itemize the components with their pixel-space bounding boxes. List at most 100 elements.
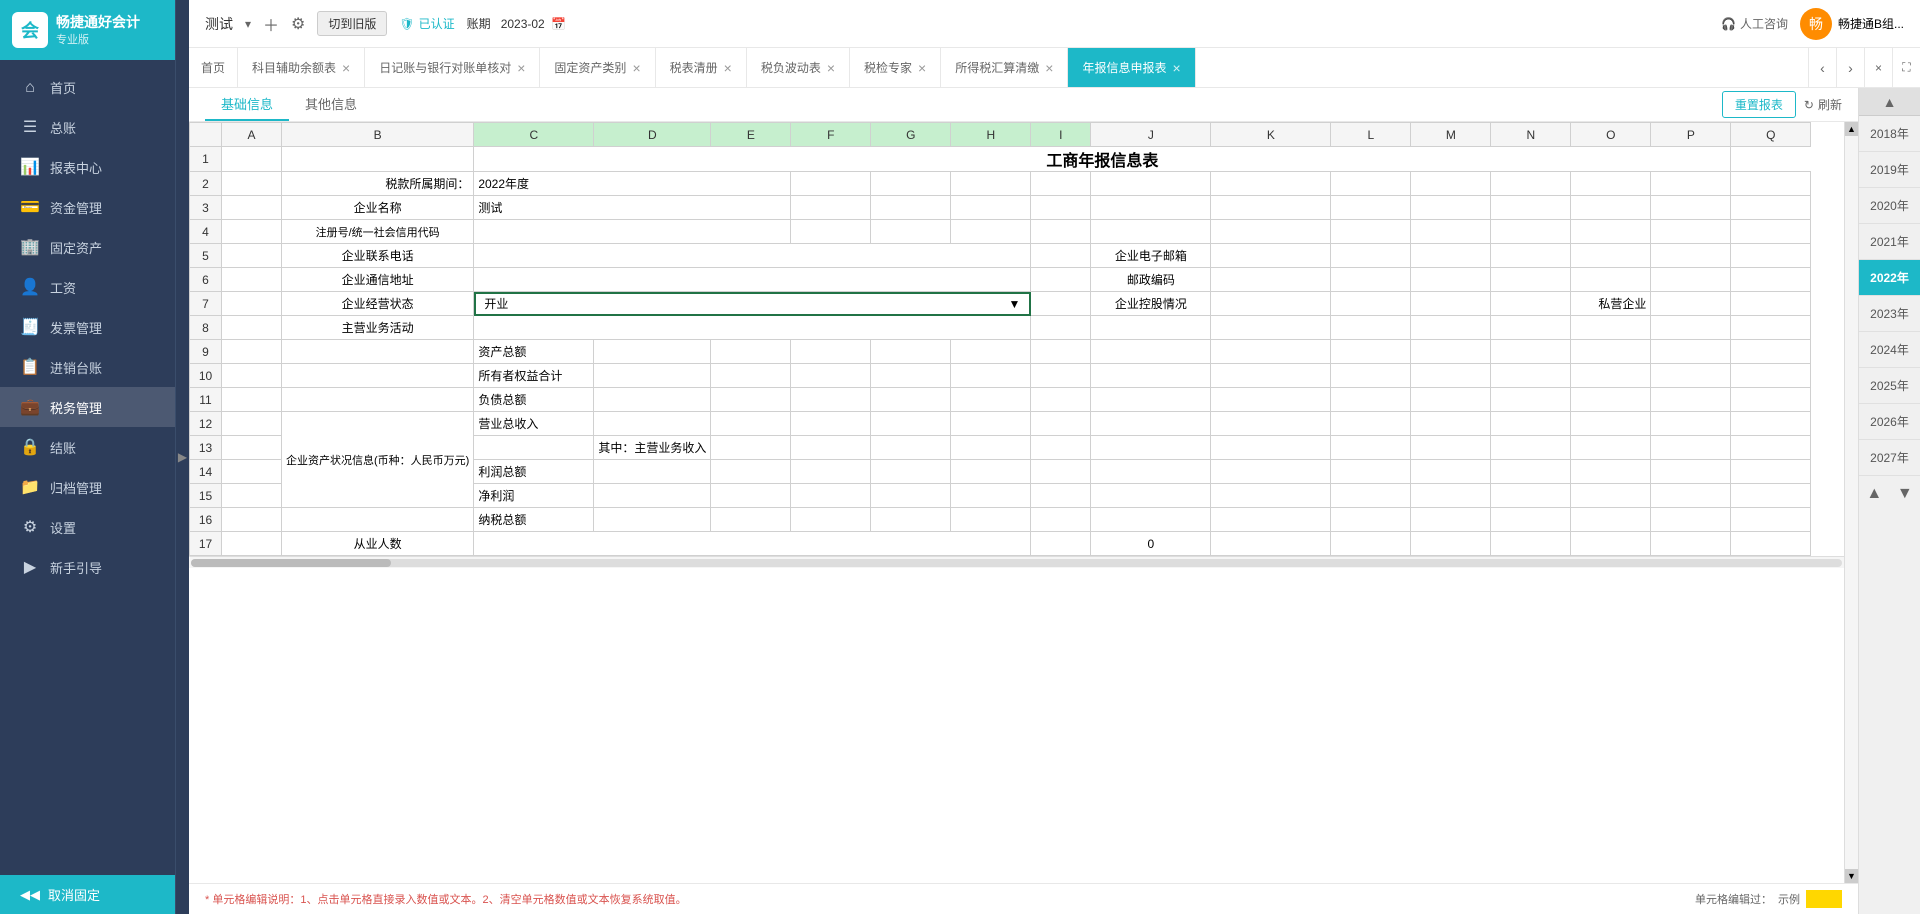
cell-17j[interactable]: 0 xyxy=(1091,532,1211,556)
cell-11c[interactable]: 负债总额 xyxy=(474,388,594,412)
cell-12c[interactable]: 营业总收入 xyxy=(474,412,594,436)
cell-13e[interactable] xyxy=(711,436,791,460)
cell-10c[interactable]: 所有者权益合计 xyxy=(474,364,594,388)
cell-9k[interactable] xyxy=(1211,340,1331,364)
cell-5p[interactable] xyxy=(1651,244,1731,268)
cell-13n[interactable] xyxy=(1491,436,1571,460)
cell-3i[interactable] xyxy=(1031,196,1091,220)
cell-5k[interactable] xyxy=(1211,244,1331,268)
cell-3n[interactable] xyxy=(1491,196,1571,220)
cell-10a[interactable] xyxy=(222,364,282,388)
help-button[interactable]: 🎧 人工咨询 xyxy=(1721,15,1788,32)
cell-2k[interactable] xyxy=(1211,172,1331,196)
cell-15q[interactable] xyxy=(1731,484,1811,508)
cell-4g[interactable] xyxy=(871,220,951,244)
cell-6p[interactable] xyxy=(1651,268,1731,292)
cell-11m[interactable] xyxy=(1411,388,1491,412)
cell-11p[interactable] xyxy=(1651,388,1731,412)
cell-4l[interactable] xyxy=(1331,220,1411,244)
sidebar-item-tax[interactable]: 💼 税务管理 xyxy=(0,387,175,427)
cell-12f[interactable] xyxy=(791,412,871,436)
add-tab-icon[interactable]: ＋ xyxy=(263,12,279,36)
cell-10l[interactable] xyxy=(1331,364,1411,388)
tab-journal[interactable]: 日记账与银行对账单核对 × xyxy=(365,48,540,88)
cell-7m[interactable] xyxy=(1411,292,1491,316)
cell-5b[interactable]: 企业联系电话 xyxy=(282,244,474,268)
cell-14k[interactable] xyxy=(1211,460,1331,484)
cell-7n[interactable] xyxy=(1491,292,1571,316)
cell-13i[interactable] xyxy=(1031,436,1091,460)
cell-7b[interactable]: 企业经营状态 xyxy=(282,292,474,316)
year-item-2020[interactable]: 2020年 xyxy=(1859,188,1920,224)
tab-home[interactable]: 首页 xyxy=(189,48,238,88)
cell-6q[interactable] xyxy=(1731,268,1811,292)
cell-3a[interactable] xyxy=(222,196,282,220)
cell-15n[interactable] xyxy=(1491,484,1571,508)
cell-3q[interactable] xyxy=(1731,196,1811,220)
cell-1b[interactable] xyxy=(282,147,474,172)
cell-14j[interactable] xyxy=(1091,460,1211,484)
cell-8p[interactable] xyxy=(1651,316,1731,340)
cell-13f[interactable] xyxy=(791,436,871,460)
cell-13d[interactable]: 其中：主营业务收入 xyxy=(594,436,711,460)
cell-12h[interactable] xyxy=(951,412,1031,436)
tab-tax-expert[interactable]: 税检专家 × xyxy=(850,48,941,88)
col-header-q[interactable]: Q xyxy=(1731,123,1811,147)
cell-11n[interactable] xyxy=(1491,388,1571,412)
cell-4b[interactable]: 注册号/统一社会信用代码 xyxy=(282,220,474,244)
cell-15l[interactable] xyxy=(1331,484,1411,508)
cell-5m[interactable] xyxy=(1411,244,1491,268)
cell-14o[interactable] xyxy=(1571,460,1651,484)
cell-17m[interactable] xyxy=(1411,532,1491,556)
sub-tab-basic[interactable]: 基础信息 xyxy=(205,88,289,121)
old-version-button[interactable]: 切到旧版 xyxy=(317,11,387,36)
cell-8n[interactable] xyxy=(1491,316,1571,340)
cell-16n[interactable] xyxy=(1491,508,1571,532)
cell-16b[interactable] xyxy=(282,508,474,532)
settings-icon[interactable]: ⚙ xyxy=(291,14,305,34)
cell-15p[interactable] xyxy=(1651,484,1731,508)
cell-12i[interactable] xyxy=(1031,412,1091,436)
cell-2b[interactable]: 税款所属期间： xyxy=(282,172,474,196)
tab-close-all-button[interactable]: × xyxy=(1864,48,1892,88)
cell-5o[interactable] xyxy=(1571,244,1651,268)
year-item-2019[interactable]: 2019年 xyxy=(1859,152,1920,188)
cell-16i[interactable] xyxy=(1031,508,1091,532)
tab-close-icon[interactable]: × xyxy=(342,60,350,76)
tab-close-icon[interactable]: × xyxy=(918,60,926,76)
col-header-b[interactable]: B xyxy=(282,123,474,147)
cell-16h[interactable] xyxy=(951,508,1031,532)
cell-15f[interactable] xyxy=(791,484,871,508)
sidebar-item-wages[interactable]: 👤 工资 xyxy=(0,267,175,307)
cell-2i[interactable] xyxy=(1031,172,1091,196)
cell-16p[interactable] xyxy=(1651,508,1731,532)
cell-10q[interactable] xyxy=(1731,364,1811,388)
cell-3j[interactable] xyxy=(1091,196,1211,220)
cell-9m[interactable] xyxy=(1411,340,1491,364)
col-header-e[interactable]: E xyxy=(711,123,791,147)
cell-6o[interactable] xyxy=(1571,268,1651,292)
cell-13o[interactable] xyxy=(1571,436,1651,460)
tab-tax-return[interactable]: 税表清册 × xyxy=(656,48,747,88)
cell-15a[interactable] xyxy=(222,484,282,508)
cell-2c[interactable]: 2022年度 xyxy=(474,172,791,196)
cell-11j[interactable] xyxy=(1091,388,1211,412)
cell-13g[interactable] xyxy=(871,436,951,460)
year-item-2023[interactable]: 2023年 xyxy=(1859,296,1920,332)
cell-6m[interactable] xyxy=(1411,268,1491,292)
cell-6k[interactable] xyxy=(1211,268,1331,292)
sidebar-item-closing[interactable]: 🔒 结账 xyxy=(0,427,175,467)
cell-4h[interactable] xyxy=(951,220,1031,244)
year-nav-down-button[interactable]: ▼ xyxy=(1891,480,1919,508)
cell-17l[interactable] xyxy=(1331,532,1411,556)
cell-17n[interactable] xyxy=(1491,532,1571,556)
cell-3o[interactable] xyxy=(1571,196,1651,220)
cell-9c[interactable]: 资产总额 xyxy=(474,340,594,364)
year-item-2026[interactable]: 2026年 xyxy=(1859,404,1920,440)
cell-14d[interactable] xyxy=(594,460,711,484)
user-menu[interactable]: 畅 畅捷通B组... xyxy=(1800,8,1904,40)
cell-1c-title[interactable]: 工商年报信息表 xyxy=(474,147,1731,172)
dropdown-arrow-icon[interactable]: ▼ xyxy=(1008,297,1020,311)
cell-6n[interactable] xyxy=(1491,268,1571,292)
col-header-h[interactable]: H xyxy=(951,123,1031,147)
